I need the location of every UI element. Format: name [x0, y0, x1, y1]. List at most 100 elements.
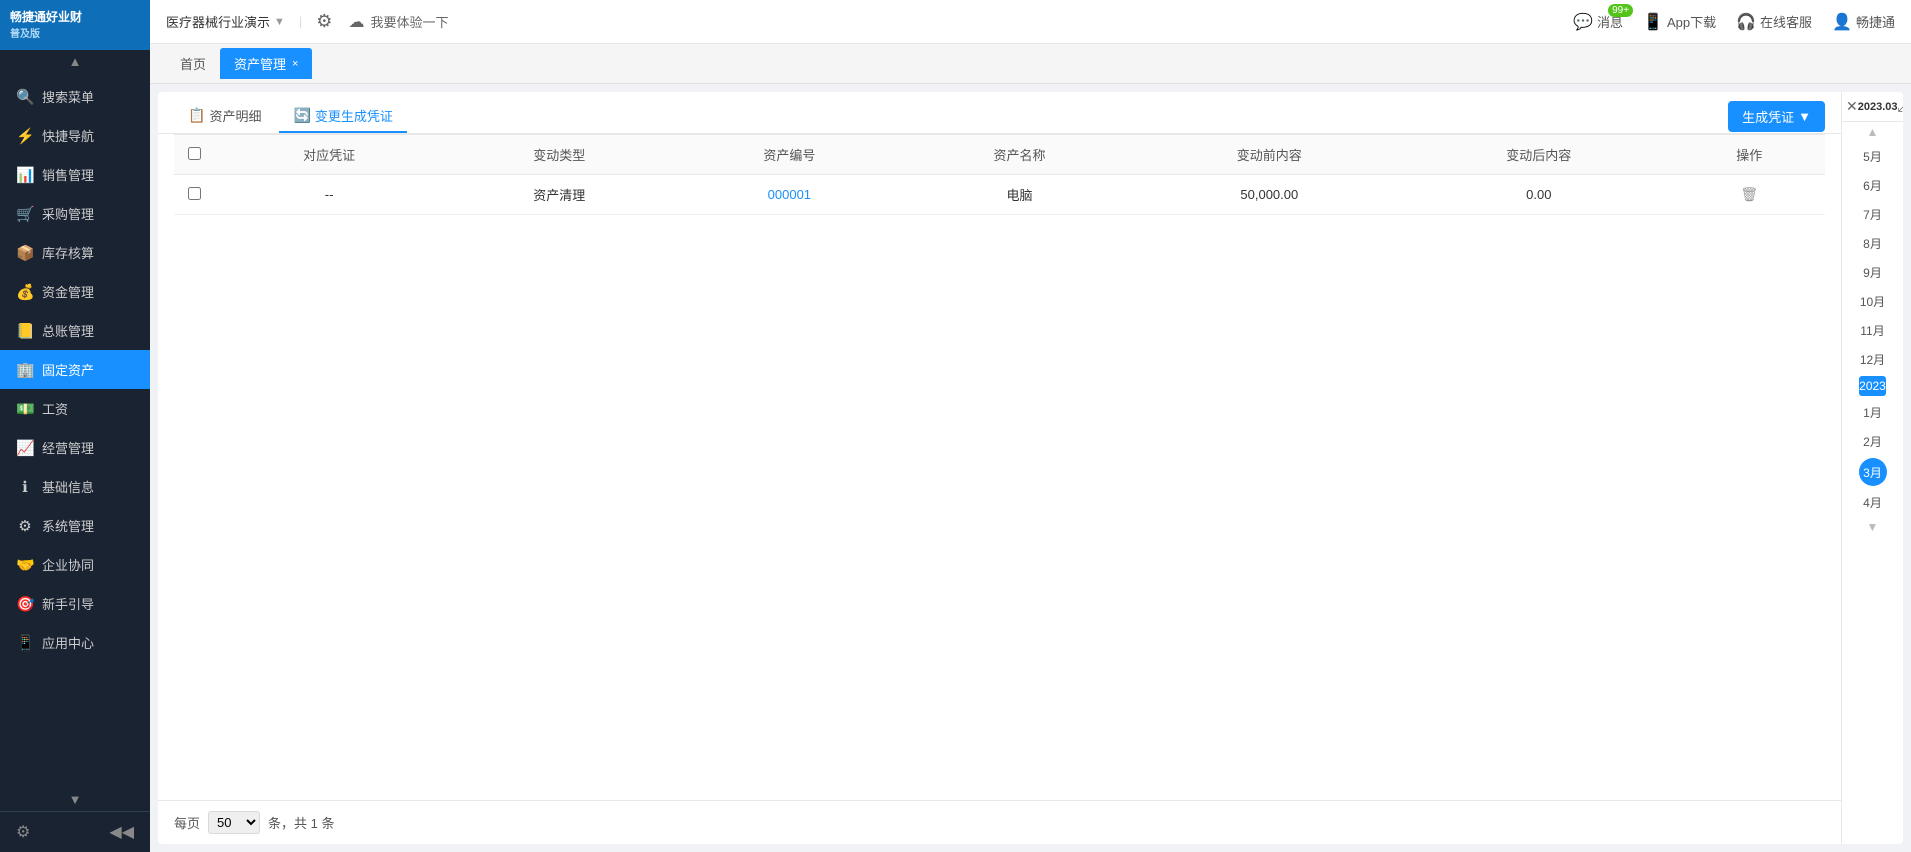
calendar-month[interactable]: 4月 [1842, 488, 1903, 517]
sidebar-label-payroll: 工资 [42, 399, 68, 418]
sidebar-item-system[interactable]: ⚙ 系统管理 [0, 506, 150, 545]
message-button[interactable]: 💬 消息 99+ [1573, 12, 1623, 32]
col-after: 变动后内容 [1404, 135, 1674, 175]
calendar-month-prev[interactable]: 8月 [1842, 229, 1903, 258]
calendar-month[interactable]: 2月 [1842, 427, 1903, 456]
year-2023-indicator[interactable]: 2023 [1859, 376, 1886, 396]
table-container: 对应凭证 变动类型 资产编号 资产名称 变动前内容 变动后内容 操作 -- 资产… [158, 134, 1841, 800]
sidebar-label-basic-info: 基础信息 [42, 477, 94, 496]
select-all-checkbox[interactable] [188, 147, 201, 160]
month-list-2023: 1月2月3月4月 [1842, 398, 1903, 517]
sub-tab-change-voucher[interactable]: 🔄 变更生成凭证 [279, 100, 406, 133]
delete-row-icon[interactable]: 🗑 [1740, 186, 1758, 202]
calendar-month-prev[interactable]: 6月 [1842, 171, 1903, 200]
main-area: 医疗器械行业演示 ▼ | ⚙ ☁ 我要体验一下 💬 消息 99+ 📱 App下载… [150, 0, 1911, 852]
sidebar-item-quick-nav[interactable]: ⚡ 快捷导航 [0, 116, 150, 155]
sidebar-item-payroll[interactable]: 💵 工资 [0, 389, 150, 428]
sidebar-item-enterprise[interactable]: 🤝 企业协同 [0, 545, 150, 584]
calendar-month-prev[interactable]: 12月 [1842, 345, 1903, 374]
generate-voucher-button[interactable]: 生成凭证 ▼ [1728, 101, 1825, 132]
calendar-panel: ✕ 2023.03 ⤢ ▲ 5月6月7月8月9月10月11月12月 2023 1… [1841, 92, 1903, 844]
sidebar-label-fixed-assets: 固定资产 [42, 360, 94, 379]
app-download-label: App下载 [1667, 12, 1716, 31]
sidebar-item-purchase[interactable]: 🛒 采购管理 [0, 194, 150, 233]
tab-home[interactable]: 首页 [166, 48, 220, 79]
collapse-sidebar-icon[interactable]: ◀◀ [109, 822, 134, 842]
topbar-settings-icon[interactable]: ⚙ [316, 11, 332, 32]
settings-gear-icon[interactable]: ⚙ [16, 822, 30, 842]
avatar-icon: 👤 [1832, 12, 1852, 32]
sidebar-header: 畅捷通好业财 普及版 [0, 0, 150, 50]
col-voucher: 对应凭证 [214, 135, 444, 175]
experience-button[interactable]: ☁ 我要体验一下 [348, 12, 448, 32]
user-name: 畅捷通 [1856, 12, 1895, 31]
sidebar-item-fixed-assets[interactable]: 🏢 固定资产 [0, 350, 150, 389]
online-service-button[interactable]: 🎧 在线客服 [1736, 12, 1812, 32]
sub-tab-asset-detail[interactable]: 📋 资产明细 [174, 100, 275, 133]
sidebar-item-operations[interactable]: 📈 经营管理 [0, 428, 150, 467]
system-icon: ⚙ [16, 517, 34, 535]
sub-tabs: 📋 资产明细 🔄 变更生成凭证 生成凭证 ▼ [158, 92, 1841, 134]
col-change-type: 变动类型 [444, 135, 674, 175]
user-profile-button[interactable]: 👤 畅捷通 [1832, 12, 1895, 32]
sales-icon: 📊 [16, 166, 34, 184]
sidebar-item-app-center[interactable]: 📱 应用中心 [0, 623, 150, 662]
panel-expand-icon[interactable]: ⤢ [1898, 98, 1904, 115]
row-checkbox-cell [174, 175, 214, 215]
cell-voucher: -- [214, 175, 444, 215]
sidebar-nav: 🔍 搜索菜单 ⚡ 快捷导航 📊 销售管理 🛒 采购管理 📦 库存核算 💰 资金管… [0, 73, 150, 788]
app-download-button[interactable]: 📱 App下载 [1643, 12, 1716, 32]
pagination: 每页 50 10 20 100 条，共 1 条 [158, 800, 1841, 844]
calendar-scroll-up[interactable]: ▲ [1867, 122, 1879, 142]
sidebar-item-basic-info[interactable]: ℹ 基础信息 [0, 467, 150, 506]
sidebar-item-sales[interactable]: 📊 销售管理 [0, 155, 150, 194]
panel-close-icon[interactable]: ✕ [1846, 98, 1858, 115]
fixed-assets-icon: 🏢 [16, 361, 34, 379]
online-service-label: 在线客服 [1760, 12, 1812, 31]
tab-close-icon[interactable]: × [292, 58, 298, 70]
sidebar-label-quick-nav: 快捷导航 [42, 126, 94, 145]
purchase-icon: 🛒 [16, 205, 34, 223]
sidebar-label-guide: 新手引导 [42, 594, 94, 613]
message-icon: 💬 [1573, 12, 1593, 32]
sidebar-label-operations: 经营管理 [42, 438, 94, 457]
calendar-month-prev[interactable]: 10月 [1842, 287, 1903, 316]
cloud-icon: ☁ [348, 12, 364, 32]
sidebar-item-search[interactable]: 🔍 搜索菜单 [0, 77, 150, 116]
col-before: 变动前内容 [1135, 135, 1405, 175]
sidebar-item-ledger[interactable]: 📒 总账管理 [0, 311, 150, 350]
generate-label: 生成凭证 [1742, 107, 1794, 126]
calendar-active-month[interactable]: 3月 [1859, 458, 1887, 486]
inventory-icon: 📦 [16, 244, 34, 262]
sidebar-item-inventory[interactable]: 📦 库存核算 [0, 233, 150, 272]
calendar-month-prev[interactable]: 7月 [1842, 200, 1903, 229]
sidebar-item-guide[interactable]: 🎯 新手引导 [0, 584, 150, 623]
message-badge: 99+ [1608, 4, 1633, 17]
ledger-icon: 📒 [16, 322, 34, 340]
select-all-header [174, 135, 214, 175]
asset-panel: 📋 资产明细 🔄 变更生成凭证 生成凭证 ▼ [158, 92, 1841, 844]
calendar-month[interactable]: 1月 [1842, 398, 1903, 427]
enterprise-icon: 🤝 [16, 556, 34, 574]
calendar-month-prev[interactable]: 11月 [1842, 316, 1903, 345]
table-row: -- 资产清理 000001 电脑 50,000.00 0.00 🗑 [174, 175, 1825, 215]
row-checkbox[interactable] [188, 187, 201, 200]
sidebar-label-inventory: 库存核算 [42, 243, 94, 262]
guide-icon: 🎯 [16, 595, 34, 613]
app-center-icon: 📱 [16, 634, 34, 652]
page-size-select[interactable]: 50 10 20 100 [208, 811, 260, 834]
sidebar-scroll-up[interactable]: ▲ [0, 50, 150, 73]
col-actions: 操作 [1674, 135, 1825, 175]
funds-icon: 💰 [16, 283, 34, 301]
sidebar-scroll-down[interactable]: ▼ [0, 788, 150, 811]
tab-asset-management[interactable]: 资产管理 × [220, 48, 312, 79]
sidebar-item-funds[interactable]: 💰 资金管理 [0, 272, 150, 311]
calendar-month-prev[interactable]: 5月 [1842, 142, 1903, 171]
company-selector[interactable]: 医疗器械行业演示 ▼ [166, 12, 285, 31]
calendar-month-prev[interactable]: 9月 [1842, 258, 1903, 287]
dropdown-arrow-icon: ▼ [274, 16, 285, 28]
calendar-scroll-down[interactable]: ▼ [1867, 517, 1879, 537]
sidebar-label-enterprise: 企业协同 [42, 555, 94, 574]
per-page-label: 每页 [174, 813, 200, 832]
sidebar: 畅捷通好业财 普及版 ▲ 🔍 搜索菜单 ⚡ 快捷导航 📊 销售管理 🛒 采购管理… [0, 0, 150, 852]
